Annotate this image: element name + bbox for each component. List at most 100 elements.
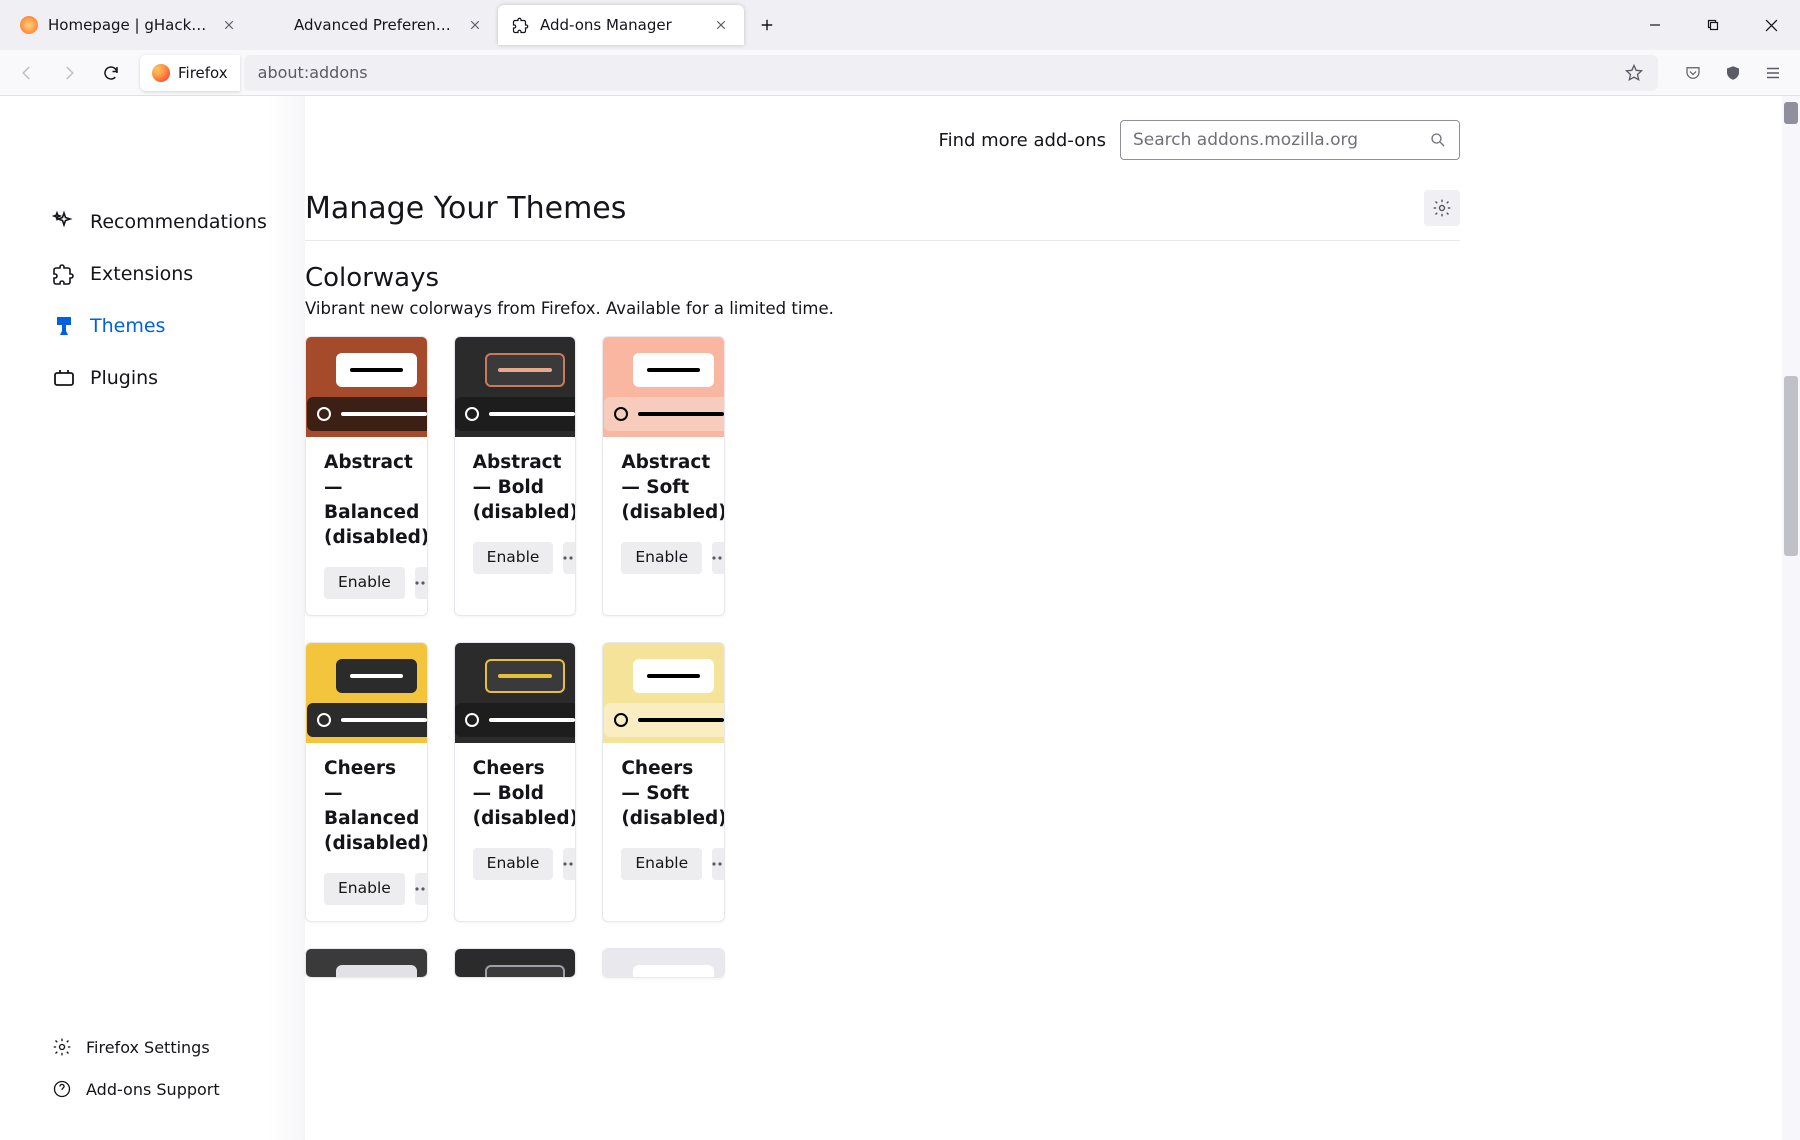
theme-card: Cheers — Balanced (disabled) Enable	[305, 642, 428, 922]
brick-icon	[52, 366, 76, 390]
new-tab-button[interactable]	[750, 8, 784, 42]
puzzle-icon	[512, 16, 530, 34]
theme-name: Cheers — Balanced (disabled)	[324, 757, 409, 857]
enable-button[interactable]: Enable	[324, 567, 405, 599]
theme-name: Cheers — Soft (disabled)	[621, 757, 706, 832]
vertical-scrollbar[interactable]	[1782, 96, 1800, 1140]
page-title: Manage Your Themes	[305, 191, 1424, 226]
url-text: about:addons	[258, 63, 1624, 82]
sidebar-item-plugins[interactable]: Plugins	[52, 352, 305, 404]
sidebar-item-label: Recommendations	[90, 211, 267, 233]
tab-addons[interactable]: Add-ons Manager	[498, 5, 744, 45]
enable-button[interactable]: Enable	[473, 542, 554, 574]
window-controls	[1626, 0, 1800, 50]
puzzle-icon	[52, 262, 76, 286]
paintbrush-icon	[52, 314, 76, 338]
sidebar-item-label: Plugins	[90, 367, 158, 389]
sidebar-addons-support[interactable]: Add-ons Support	[52, 1068, 305, 1110]
theme-name: Abstract — Soft (disabled)	[621, 451, 706, 526]
more-options-button[interactable]	[712, 542, 725, 574]
enable-button[interactable]: Enable	[473, 848, 554, 880]
ellipsis-icon	[415, 581, 428, 585]
close-icon[interactable]	[220, 16, 238, 34]
footer-label: Firefox Settings	[86, 1038, 210, 1057]
find-more-label: Find more add-ons	[939, 130, 1106, 151]
theme-preview	[603, 643, 724, 743]
ellipsis-icon	[712, 862, 725, 866]
sidebar-item-label: Themes	[90, 315, 165, 337]
gear-icon	[1432, 198, 1452, 218]
theme-card: Cheers — Bold (disabled) Enable	[454, 642, 577, 922]
theme-preview	[603, 337, 724, 437]
ellipsis-icon	[415, 887, 428, 891]
theme-grid: Abstract — Balanced (disabled) Enable	[305, 336, 1065, 978]
theme-preview	[306, 949, 427, 977]
theme-card: Cheers — Soft (disabled) Enable	[602, 642, 725, 922]
help-icon	[52, 1079, 72, 1099]
scroll-up-button[interactable]	[1784, 102, 1798, 124]
more-options-button[interactable]	[563, 542, 576, 574]
tab-preferences[interactable]: Advanced Preferences	[252, 5, 498, 45]
maximize-button[interactable]	[1684, 0, 1742, 50]
theme-card	[305, 948, 428, 978]
sidebar-firefox-settings[interactable]: Firefox Settings	[52, 1026, 305, 1068]
reload-button[interactable]	[92, 54, 130, 92]
ublock-shield-icon[interactable]	[1714, 54, 1752, 92]
pocket-button[interactable]	[1674, 54, 1712, 92]
theme-card	[454, 948, 577, 978]
close-window-button[interactable]	[1742, 0, 1800, 50]
theme-card: Abstract — Soft (disabled) Enable	[602, 336, 725, 616]
theme-preview	[603, 949, 724, 977]
theme-name: Abstract — Bold (disabled)	[473, 451, 558, 526]
app-menu-button[interactable]	[1754, 54, 1792, 92]
enable-button[interactable]: Enable	[621, 848, 702, 880]
more-options-button[interactable]	[712, 848, 725, 880]
tab-title: Homepage | gHacks Technology	[48, 16, 210, 34]
theme-preview	[455, 337, 576, 437]
enable-button[interactable]: Enable	[324, 873, 405, 905]
sidebar-item-label: Extensions	[90, 263, 193, 285]
site-identity[interactable]: Firefox	[140, 55, 240, 91]
theme-preview	[455, 949, 576, 977]
sidebar-item-extensions[interactable]: Extensions	[52, 248, 305, 300]
close-icon[interactable]	[466, 16, 484, 34]
theme-preview	[306, 643, 427, 743]
addons-search-input[interactable]: Search addons.mozilla.org	[1120, 120, 1460, 160]
tab-title: Add-ons Manager	[540, 16, 702, 34]
addons-sidebar: Recommendations Extensions Themes Plugin…	[0, 96, 305, 1140]
theme-name: Cheers — Bold (disabled)	[473, 757, 558, 832]
tab-ghacks[interactable]: Homepage | gHacks Technology	[6, 5, 252, 45]
ellipsis-icon	[712, 556, 725, 560]
scroll-thumb[interactable]	[1784, 376, 1798, 556]
search-placeholder: Search addons.mozilla.org	[1133, 130, 1421, 150]
ghacks-favicon-icon	[20, 16, 38, 34]
blank-favicon-icon	[266, 16, 284, 34]
sidebar-item-themes[interactable]: Themes	[52, 300, 305, 352]
theme-preview	[455, 643, 576, 743]
forward-button[interactable]	[50, 54, 88, 92]
enable-button[interactable]: Enable	[621, 542, 702, 574]
tab-strip: Homepage | gHacks Technology Advanced Pr…	[0, 0, 1800, 50]
sparkle-icon	[52, 210, 76, 234]
search-icon	[1429, 131, 1447, 149]
theme-card: Abstract — Bold (disabled) Enable	[454, 336, 577, 616]
theme-name: Abstract — Balanced (disabled)	[324, 451, 409, 551]
section-heading: Colorways	[305, 241, 1800, 299]
close-icon[interactable]	[712, 16, 730, 34]
ellipsis-icon	[563, 862, 576, 866]
footer-label: Add-ons Support	[86, 1080, 220, 1099]
themes-settings-button[interactable]	[1424, 190, 1460, 226]
minimize-button[interactable]	[1626, 0, 1684, 50]
more-options-button[interactable]	[563, 848, 576, 880]
url-bar[interactable]: about:addons	[244, 55, 1658, 91]
theme-card	[602, 948, 725, 978]
bookmark-star-icon[interactable]	[1624, 63, 1644, 83]
identity-label: Firefox	[178, 64, 228, 82]
more-options-button[interactable]	[415, 567, 428, 599]
sidebar-item-recommendations[interactable]: Recommendations	[52, 196, 305, 248]
more-options-button[interactable]	[415, 873, 428, 905]
section-subtitle: Vibrant new colorways from Firefox. Avai…	[305, 299, 1800, 336]
tab-title: Advanced Preferences	[294, 16, 456, 34]
back-button[interactable]	[8, 54, 46, 92]
firefox-icon	[152, 64, 170, 82]
